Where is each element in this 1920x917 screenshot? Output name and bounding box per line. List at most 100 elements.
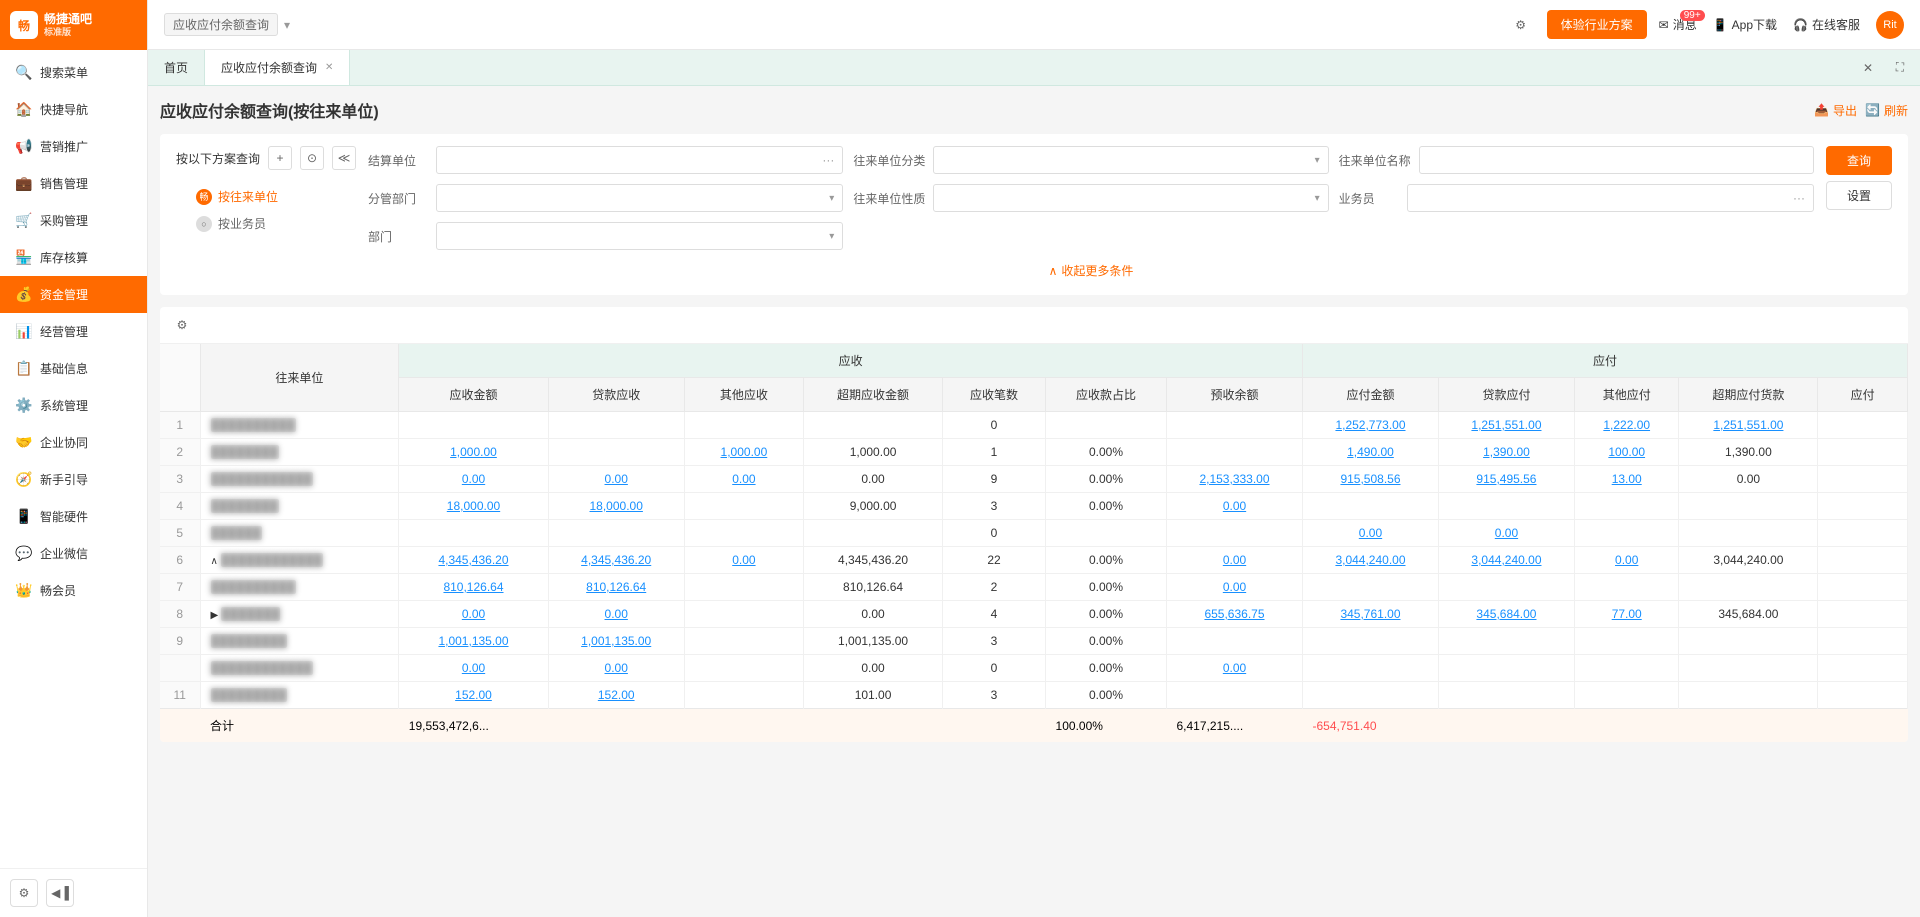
row-ar-amount[interactable]: 4,345,436.20: [399, 547, 548, 574]
row-ap-loan[interactable]: 915,495.56: [1438, 466, 1574, 493]
sidebar-item-inventory[interactable]: 🏪 库存核算: [0, 239, 147, 276]
gear-button[interactable]: ⚙: [1507, 11, 1535, 39]
row-ap-loan[interactable]: 3,044,240.00: [1438, 547, 1574, 574]
col-ar-overdue: 超期应收金额: [804, 378, 943, 412]
row-ar-loan[interactable]: 0.00: [548, 466, 684, 493]
tab-expand-btn[interactable]: ⛶: [1888, 56, 1912, 80]
user-avatar[interactable]: Rit: [1876, 11, 1904, 39]
tab-close-all-btn[interactable]: ✕: [1856, 56, 1880, 80]
sidebar-item-sales[interactable]: 💼 销售管理: [0, 165, 147, 202]
row-ar-loan[interactable]: 810,126.64: [548, 574, 684, 601]
filter-by-partner[interactable]: 畅 按往来单位: [196, 186, 356, 207]
nature-input[interactable]: ▾: [933, 184, 1328, 212]
set-button[interactable]: 设置: [1826, 181, 1892, 210]
add-scheme-btn[interactable]: +: [268, 146, 292, 170]
row-ap-other[interactable]: 1,222.00: [1574, 412, 1679, 439]
sidebar-item-operations[interactable]: 📊 经营管理: [0, 313, 147, 350]
footer-ar-amount[interactable]: 19,553,472,6...: [399, 709, 548, 743]
settlement-input[interactable]: ···: [436, 146, 843, 174]
table-row: 4 ████████ 18,000.00 18,000.00 9,000.00 …: [160, 493, 1908, 520]
salesperson-input[interactable]: ···: [1407, 184, 1814, 212]
row-ar-other[interactable]: 0.00: [684, 547, 803, 574]
sidebar-item-guide[interactable]: 🧭 新手引导: [0, 461, 147, 498]
table-gear-icon[interactable]: ⚙: [172, 315, 192, 335]
row-ar-amount[interactable]: 1,001,135.00: [399, 628, 548, 655]
row-ar-prepay[interactable]: 0.00: [1167, 655, 1303, 682]
row-ar-prepay[interactable]: 2,153,333.00: [1167, 466, 1303, 493]
row-ap-loan[interactable]: 1,390.00: [1438, 439, 1574, 466]
breadcrumb-item[interactable]: 应收应付余额查询: [164, 13, 278, 36]
row-ap-amount[interactable]: 915,508.56: [1302, 466, 1438, 493]
row-ap-amount[interactable]: 1,490.00: [1302, 439, 1438, 466]
row-ar-loan[interactable]: 1,001,135.00: [548, 628, 684, 655]
row-ap-other[interactable]: 13.00: [1574, 466, 1679, 493]
edit-scheme-btn[interactable]: ⊙: [300, 146, 324, 170]
row-ar-prepay[interactable]: 0.00: [1167, 547, 1303, 574]
row-ar-loan[interactable]: 0.00: [548, 655, 684, 682]
row-ar-amount[interactable]: 0.00: [399, 466, 548, 493]
sidebar-item-finance[interactable]: 💰 资金管理: [0, 276, 147, 313]
row-ar-loan[interactable]: 4,345,436.20: [548, 547, 684, 574]
sidebar-item-nav[interactable]: 🏠 快捷导航: [0, 91, 147, 128]
by-partner-icon: 畅: [196, 189, 212, 205]
row-ap-loan[interactable]: 0.00: [1438, 520, 1574, 547]
row-ar-amount[interactable]: 18,000.00: [399, 493, 548, 520]
breadcrumb-arrow[interactable]: ▾: [284, 18, 290, 32]
expand-scheme-btn[interactable]: ≪: [332, 146, 356, 170]
export-button[interactable]: 📤 导出: [1814, 102, 1857, 119]
row-num: 5: [160, 520, 200, 547]
row-ar-amount[interactable]: 0.00: [399, 655, 548, 682]
customer-service-button[interactable]: 🎧 在线客服: [1793, 16, 1860, 33]
sidebar-item-wechat[interactable]: 💬 企业微信: [0, 535, 147, 572]
solution-button[interactable]: 体验行业方案: [1547, 10, 1647, 39]
row-ap-overdue[interactable]: 1,251,551.00: [1679, 412, 1818, 439]
notification-button[interactable]: ✉ 消息 99+: [1659, 16, 1697, 33]
sidebar-item-search[interactable]: 🔍 搜索菜单: [0, 54, 147, 91]
row-ar-loan: [548, 520, 684, 547]
row-ar-loan[interactable]: 152.00: [548, 682, 684, 709]
sidebar-item-basic[interactable]: 📋 基础信息: [0, 350, 147, 387]
row-ar-amount[interactable]: 810,126.64: [399, 574, 548, 601]
row-ap-amount[interactable]: 345,761.00: [1302, 601, 1438, 628]
name-input[interactable]: [1419, 146, 1814, 174]
row-ap-amount[interactable]: 1,252,773.00: [1302, 412, 1438, 439]
tab-balance[interactable]: 应收应付余额查询 ✕: [205, 50, 350, 85]
settings-footer-btn[interactable]: ⚙: [10, 879, 38, 907]
app-download-button[interactable]: 📱 App下载: [1713, 16, 1777, 33]
collapse-button[interactable]: ∧ 收起更多条件: [1049, 262, 1134, 279]
row-ar-amount[interactable]: 1,000.00: [399, 439, 548, 466]
sidebar-item-marketing[interactable]: 📢 营销推广: [0, 128, 147, 165]
row-ap-loan[interactable]: 345,684.00: [1438, 601, 1574, 628]
row-partner: ██████████: [200, 574, 399, 601]
refresh-button[interactable]: 🔄 刷新: [1865, 102, 1908, 119]
row-ar-amount[interactable]: 152.00: [399, 682, 548, 709]
sidebar-item-member[interactable]: 👑 畅会员: [0, 572, 147, 609]
query-button[interactable]: 查询: [1826, 146, 1892, 175]
sidebar-item-purchase[interactable]: 🛒 采购管理: [0, 202, 147, 239]
sidebar-item-cooperation[interactable]: 🤝 企业协同: [0, 424, 147, 461]
row-ap-amount[interactable]: 3,044,240.00: [1302, 547, 1438, 574]
row-ap-other[interactable]: 77.00: [1574, 601, 1679, 628]
collapse-footer-btn[interactable]: ◀▐: [46, 879, 74, 907]
filter-by-staff[interactable]: ○ 按业务员: [196, 213, 356, 234]
row-ar-loan[interactable]: 18,000.00: [548, 493, 684, 520]
row-ar-prepay[interactable]: 655,636.75: [1167, 601, 1303, 628]
row-ap-amount[interactable]: 0.00: [1302, 520, 1438, 547]
sidebar-item-hardware[interactable]: 📱 智能硬件: [0, 498, 147, 535]
tab-home[interactable]: 首页: [148, 50, 205, 85]
tab-close-icon[interactable]: ✕: [325, 62, 333, 73]
row-ap-other[interactable]: 0.00: [1574, 547, 1679, 574]
row-ar-other[interactable]: 1,000.00: [684, 439, 803, 466]
row-ap-loan[interactable]: 1,251,551.00: [1438, 412, 1574, 439]
row-ar-prepay[interactable]: 0.00: [1167, 493, 1303, 520]
dept2-input[interactable]: ▾: [436, 222, 843, 250]
row-ar-amount[interactable]: 0.00: [399, 601, 548, 628]
row-ar-prepay[interactable]: 0.00: [1167, 574, 1303, 601]
category-input[interactable]: ▾: [933, 146, 1328, 174]
sidebar-item-system[interactable]: ⚙️ 系统管理: [0, 387, 147, 424]
dept-input[interactable]: ▾: [436, 184, 843, 212]
finance-icon: 💰: [16, 287, 32, 303]
row-ar-other[interactable]: 0.00: [684, 466, 803, 493]
row-ap-other[interactable]: 100.00: [1574, 439, 1679, 466]
row-ar-loan[interactable]: 0.00: [548, 601, 684, 628]
